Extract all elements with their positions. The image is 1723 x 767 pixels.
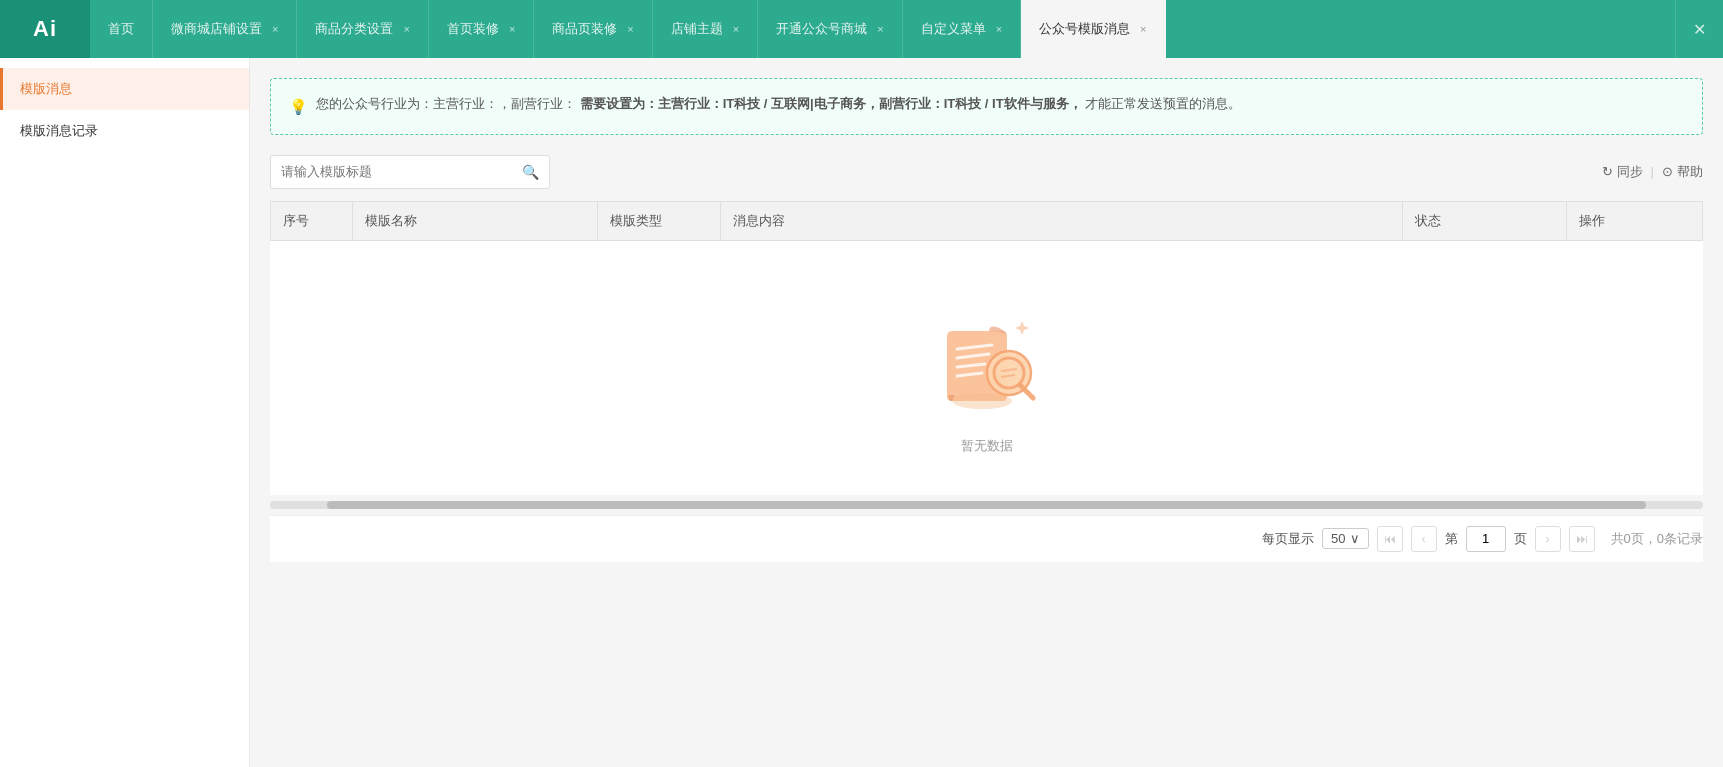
total-info: 共0页，0条记录 (1611, 530, 1703, 548)
page-size-chevron-icon: ∨ (1350, 531, 1360, 546)
notice-text-after: 才能正常发送预置的消息。 (1085, 96, 1241, 111)
first-page-button[interactable]: ⏮ (1377, 526, 1403, 552)
help-button[interactable]: ⊙ 帮助 (1662, 163, 1703, 181)
page-size-value: 50 (1331, 531, 1345, 546)
help-label: 帮助 (1677, 163, 1703, 181)
sync-button[interactable]: ↻ 同步 (1602, 163, 1643, 181)
empty-icon (927, 301, 1047, 421)
tab-label-product-category: 商品分类设置 (315, 20, 393, 38)
page-label: 第 (1445, 530, 1458, 548)
empty-text: 暂无数据 (271, 437, 1703, 455)
nav-tabs: 首页微商城店铺设置×商品分类设置×首页装修×商品页装修×店铺主题×开通公众号商城… (90, 0, 1675, 58)
search-input[interactable] (281, 164, 522, 179)
content-area: 💡 您的公众号行业为：主营行业：，副营行业： 需要设置为：主营行业：IT科技 /… (250, 58, 1723, 767)
table-wrapper: 序号模版名称模版类型消息内容状态操作 (270, 201, 1703, 495)
logo-text: Ai (33, 16, 57, 42)
col-header-name: 模版名称 (352, 201, 597, 240)
nav-tab-template-msg[interactable]: 公众号模版消息 × (1021, 0, 1165, 58)
nav-tab-open-mall[interactable]: 开通公众号商城 × (758, 0, 902, 58)
nav-tab-home-decor[interactable]: 首页装修 × (429, 0, 534, 58)
tab-close-template-msg[interactable]: × (1140, 23, 1146, 35)
divider: | (1651, 164, 1654, 179)
page-size-label: 每页显示 (1262, 530, 1314, 548)
pagination: 每页显示 50 ∨ ⏮ ‹ 第 页 › ⏭ 共0页，0条记录 (270, 515, 1703, 562)
col-header-action: 操作 (1566, 201, 1702, 240)
tab-close-product-category[interactable]: × (403, 23, 409, 35)
next-page-button[interactable]: › (1535, 526, 1561, 552)
last-page-button[interactable]: ⏭ (1569, 526, 1595, 552)
tab-label-home: 首页 (108, 20, 134, 38)
tab-label-product-decor: 商品页装修 (552, 20, 617, 38)
sidebar: 模版消息模版消息记录 (0, 58, 250, 767)
empty-state: 暂无数据 (271, 241, 1703, 495)
tab-label-shop-theme: 店铺主题 (671, 20, 723, 38)
table-header: 序号模版名称模版类型消息内容状态操作 (271, 201, 1703, 240)
notice-box: 💡 您的公众号行业为：主营行业：，副营行业： 需要设置为：主营行业：IT科技 /… (270, 78, 1703, 135)
page-size-selector[interactable]: 50 ∨ (1322, 528, 1368, 549)
nav-tab-shop-theme[interactable]: 店铺主题 × (653, 0, 758, 58)
prev-page-button[interactable]: ‹ (1411, 526, 1437, 552)
tab-close-open-mall[interactable]: × (877, 23, 883, 35)
search-input-wrap[interactable]: 🔍 (270, 155, 550, 189)
tab-close-custom-menu[interactable]: × (996, 23, 1002, 35)
scroll-thumb[interactable] (327, 501, 1645, 509)
sidebar-item-template-msg-record[interactable]: 模版消息记录 (0, 110, 249, 152)
logo: Ai (0, 0, 90, 58)
nav-tab-product-decor[interactable]: 商品页装修 × (534, 0, 652, 58)
main-layout: 模版消息模版消息记录 💡 您的公众号行业为：主营行业：，副营行业： 需要设置为：… (0, 58, 1723, 767)
notice-text-before: 您的公众号行业为：主营行业：，副营行业： (316, 96, 576, 111)
nav-tab-custom-menu[interactable]: 自定义菜单 × (903, 0, 1021, 58)
tab-close-wechat-shop[interactable]: × (272, 23, 278, 35)
search-icon[interactable]: 🔍 (522, 164, 539, 180)
col-header-index: 序号 (271, 201, 353, 240)
tab-label-template-msg: 公众号模版消息 (1039, 20, 1130, 38)
tab-label-wechat-shop: 微商城店铺设置 (171, 20, 262, 38)
page-suffix: 页 (1514, 530, 1527, 548)
notice-icon: 💡 (289, 94, 308, 120)
tab-label-open-mall: 开通公众号商城 (776, 20, 867, 38)
help-icon: ⊙ (1662, 164, 1673, 179)
sync-icon: ↻ (1602, 164, 1613, 179)
table-body: 暂无数据 (271, 240, 1703, 495)
tab-label-custom-menu: 自定义菜单 (921, 20, 986, 38)
col-header-type: 模版类型 (598, 201, 721, 240)
tab-label-home-decor: 首页装修 (447, 20, 499, 38)
sidebar-item-template-msg[interactable]: 模版消息 (0, 68, 249, 110)
tab-close-home-decor[interactable]: × (509, 23, 515, 35)
empty-row: 暂无数据 (271, 240, 1703, 495)
nav-tab-wechat-shop[interactable]: 微商城店铺设置 × (153, 0, 297, 58)
sync-label: 同步 (1617, 163, 1643, 181)
tab-close-shop-theme[interactable]: × (733, 23, 739, 35)
page-input[interactable] (1466, 526, 1506, 552)
col-header-content: 消息内容 (721, 201, 1403, 240)
data-table: 序号模版名称模版类型消息内容状态操作 (270, 201, 1703, 495)
close-all-button[interactable]: ✕ (1675, 0, 1723, 58)
col-header-status: 状态 (1402, 201, 1566, 240)
search-bar: 🔍 ↻ 同步 | ⊙ 帮助 (270, 155, 1703, 189)
table-header-row: 序号模版名称模版类型消息内容状态操作 (271, 201, 1703, 240)
tab-close-product-decor[interactable]: × (627, 23, 633, 35)
notice-text-highlight: 需要设置为：主营行业：IT科技 / 互联网|电子商务，副营行业：IT科技 / I… (580, 96, 1082, 111)
search-actions: ↻ 同步 | ⊙ 帮助 (1602, 163, 1703, 181)
nav-tab-home[interactable]: 首页 (90, 0, 153, 58)
notice-text: 您的公众号行业为：主营行业：，副营行业： 需要设置为：主营行业：IT科技 / 互… (316, 93, 1241, 115)
top-nav: Ai 首页微商城店铺设置×商品分类设置×首页装修×商品页装修×店铺主题×开通公众… (0, 0, 1723, 58)
nav-tab-product-category[interactable]: 商品分类设置 × (297, 0, 428, 58)
horizontal-scrollbar[interactable] (270, 501, 1703, 509)
